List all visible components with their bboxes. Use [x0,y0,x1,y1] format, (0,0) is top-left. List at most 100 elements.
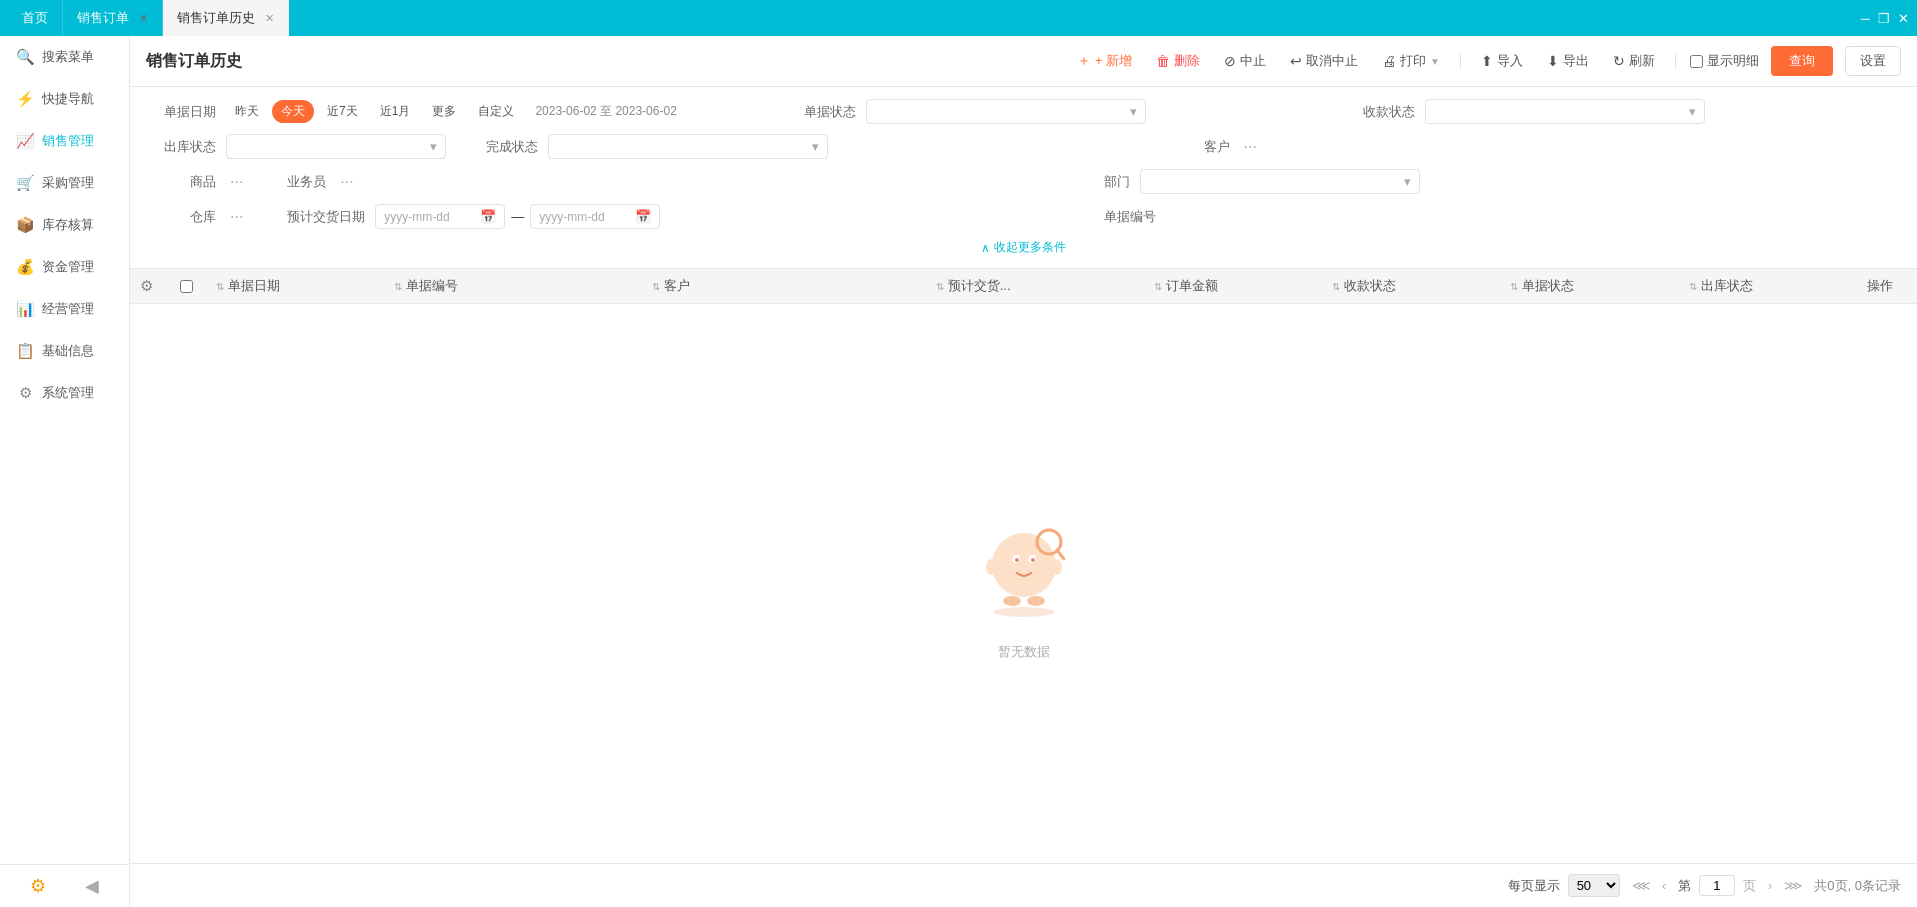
minimize-btn[interactable]: ─ [1861,11,1870,26]
filter-row-4: 仓库 ··· 预计交货日期 yyyy-mm-dd 📅 — yyyy-mm-dd … [146,204,1901,229]
stop-button[interactable]: ⊘ 中止 [1218,48,1272,74]
print-button[interactable]: 🖨 打印 ▼ [1376,48,1446,74]
close-tab-sales-order[interactable]: ✕ [139,12,148,25]
sort-icon-pay[interactable]: ⇅ [1332,281,1340,292]
sidebar-item-finance[interactable]: 💰 资金管理 [0,246,129,288]
delete-button[interactable]: 🗑 删除 [1150,48,1206,74]
svg-line-7 [1057,550,1064,559]
main-layout: 🔍 搜索菜单 ⚡ 快捷导航 📈 销售管理 🛒 采购管理 📦 库存核算 💰 资金管… [0,36,1917,907]
divider1 [1460,54,1461,68]
out-status-arrow: ▾ [430,139,437,154]
col-gear[interactable]: ⚙ [130,277,170,295]
filter-row-2: 出库状态 ▾ 完成状态 ▾ 客户 ··· [146,134,1901,159]
page-prev-btn[interactable]: ‹ [1658,876,1670,895]
date-tab-today[interactable]: 今天 [272,100,314,123]
sidebar-item-basic-info[interactable]: 📋 基础信息 [0,330,129,372]
sidebar-item-system[interactable]: ⚙ 系统管理 [0,372,129,414]
export-button[interactable]: ⬇ 导出 [1541,48,1595,74]
collapse-up-icon: ∧ [981,241,990,255]
out-status-select[interactable]: ▾ [226,134,446,159]
tab-sales-order-history[interactable]: 销售订单历史 ✕ [163,0,289,36]
delivery-date-to[interactable]: yyyy-mm-dd 📅 [530,204,660,229]
sort-icon-date[interactable]: ⇅ [216,281,224,292]
goods-select-btn[interactable]: ··· [226,173,247,191]
close-tab-sales-order-history[interactable]: ✕ [265,12,274,25]
svg-point-5 [1031,558,1035,562]
display-detail-checkbox[interactable]: 显示明细 [1690,52,1759,70]
order-number-cell: 单据编号 [1084,208,1901,226]
svg-point-8 [986,559,998,575]
sort-icon-num[interactable]: ⇅ [394,281,402,292]
page-header: 销售订单历史 ＋ + 新增 🗑 删除 ⊘ 中止 ↩ 取消中止 [130,36,1917,87]
customer-select-btn[interactable]: ··· [1240,138,1261,156]
sidebar-item-search[interactable]: 🔍 搜索菜单 [0,36,129,78]
payment-status-arrow: ▾ [1689,104,1696,119]
sidebar-item-operations[interactable]: 📊 经营管理 [0,288,129,330]
department-label: 部门 [1104,173,1140,191]
date-tab-7days[interactable]: 近7天 [318,100,367,123]
date-tab-custom[interactable]: 自定义 [469,100,523,123]
page-first-btn[interactable]: ⋘ [1628,876,1654,895]
delivery-date-from[interactable]: yyyy-mm-dd 📅 [375,204,505,229]
sort-icon-order[interactable]: ⇅ [1510,281,1518,292]
pagination-total: 共0页, 0条记录 [1814,877,1901,895]
sort-icon-delivery[interactable]: ⇅ [936,281,944,292]
salesperson-cell: 业务员 ··· [247,173,1084,191]
order-status-select[interactable]: ▾ [866,99,1146,124]
warehouse-select-btn[interactable]: ··· [226,208,247,226]
svg-point-9 [1050,559,1062,575]
close-btn[interactable]: ✕ [1898,11,1909,26]
new-icon: ＋ [1077,52,1091,70]
department-cell: 部门 ▾ [1084,169,1901,194]
gear-icon[interactable]: ⚙ [140,277,153,295]
page-next-btn[interactable]: › [1764,876,1776,895]
operations-icon: 📊 [16,300,34,318]
page-last-btn[interactable]: ⋙ [1780,876,1806,895]
page-nav: ⋘ ‹ 第 页 › ⋙ [1628,875,1807,897]
payment-status-select[interactable]: ▾ [1425,99,1705,124]
sidebar-item-sales[interactable]: 📈 销售管理 [0,120,129,162]
complete-status-select[interactable]: ▾ [548,134,828,159]
collapse-label: 收起更多条件 [994,239,1066,256]
sort-icon-amount[interactable]: ⇅ [1154,281,1162,292]
sidebar-item-purchase[interactable]: 🛒 采购管理 [0,162,129,204]
pagination: 每页显示 50 10 20 100 ⋘ ‹ 第 页 › ⋙ 共0页, 0条记录 [130,863,1917,907]
sidebar-toggle-icon[interactable]: ◀ [85,875,99,897]
col-check [170,280,206,293]
empty-state: 暂无数据 [964,507,1084,661]
window-controls: ─ ❐ ✕ [1861,11,1909,26]
import-button[interactable]: ⬆ 导入 [1475,48,1529,74]
select-all-checkbox[interactable] [180,280,193,293]
filter-row-3: 商品 ··· 业务员 ··· 部门 ▾ [146,169,1901,194]
date-tabs: 昨天 今天 近7天 近1月 更多 自定义 [226,100,523,123]
per-page-select[interactable]: 50 10 20 100 [1568,874,1620,897]
refresh-button[interactable]: ↻ 刷新 [1607,48,1661,74]
calendar-to-icon: 📅 [635,209,651,224]
display-detail-input[interactable] [1690,55,1703,68]
setting-button[interactable]: 设置 [1845,46,1901,76]
page-input[interactable] [1699,875,1735,896]
query-button[interactable]: 查询 [1771,46,1833,76]
sidebar-item-quicknav[interactable]: ⚡ 快捷导航 [0,78,129,120]
sidebar-settings-icon[interactable]: ⚙ [30,875,46,897]
salesperson-select-btn[interactable]: ··· [336,173,357,191]
inventory-icon: 📦 [16,216,34,234]
date-tab-more[interactable]: 更多 [423,100,465,123]
sort-icon-out[interactable]: ⇅ [1689,281,1697,292]
delete-icon: 🗑 [1156,53,1170,69]
department-select[interactable]: ▾ [1140,169,1420,194]
sidebar-item-inventory[interactable]: 📦 库存核算 [0,204,129,246]
cancel-stop-button[interactable]: ↩ 取消中止 [1284,48,1364,74]
customer-label: 客户 [1204,138,1240,156]
date-tab-1month[interactable]: 近1月 [371,100,420,123]
collapse-row[interactable]: ∧ 收起更多条件 [146,239,1901,256]
finance-icon: 💰 [16,258,34,276]
sort-icon-customer[interactable]: ⇅ [652,281,660,292]
date-tab-yesterday[interactable]: 昨天 [226,100,268,123]
restore-btn[interactable]: ❐ [1878,11,1890,26]
goods-label: 商品 [146,173,226,191]
tab-sales-order[interactable]: 销售订单 ✕ [63,0,163,36]
svg-point-0 [994,607,1054,617]
tab-home[interactable]: 首页 [8,0,63,36]
new-button[interactable]: ＋ + 新增 [1071,48,1138,74]
